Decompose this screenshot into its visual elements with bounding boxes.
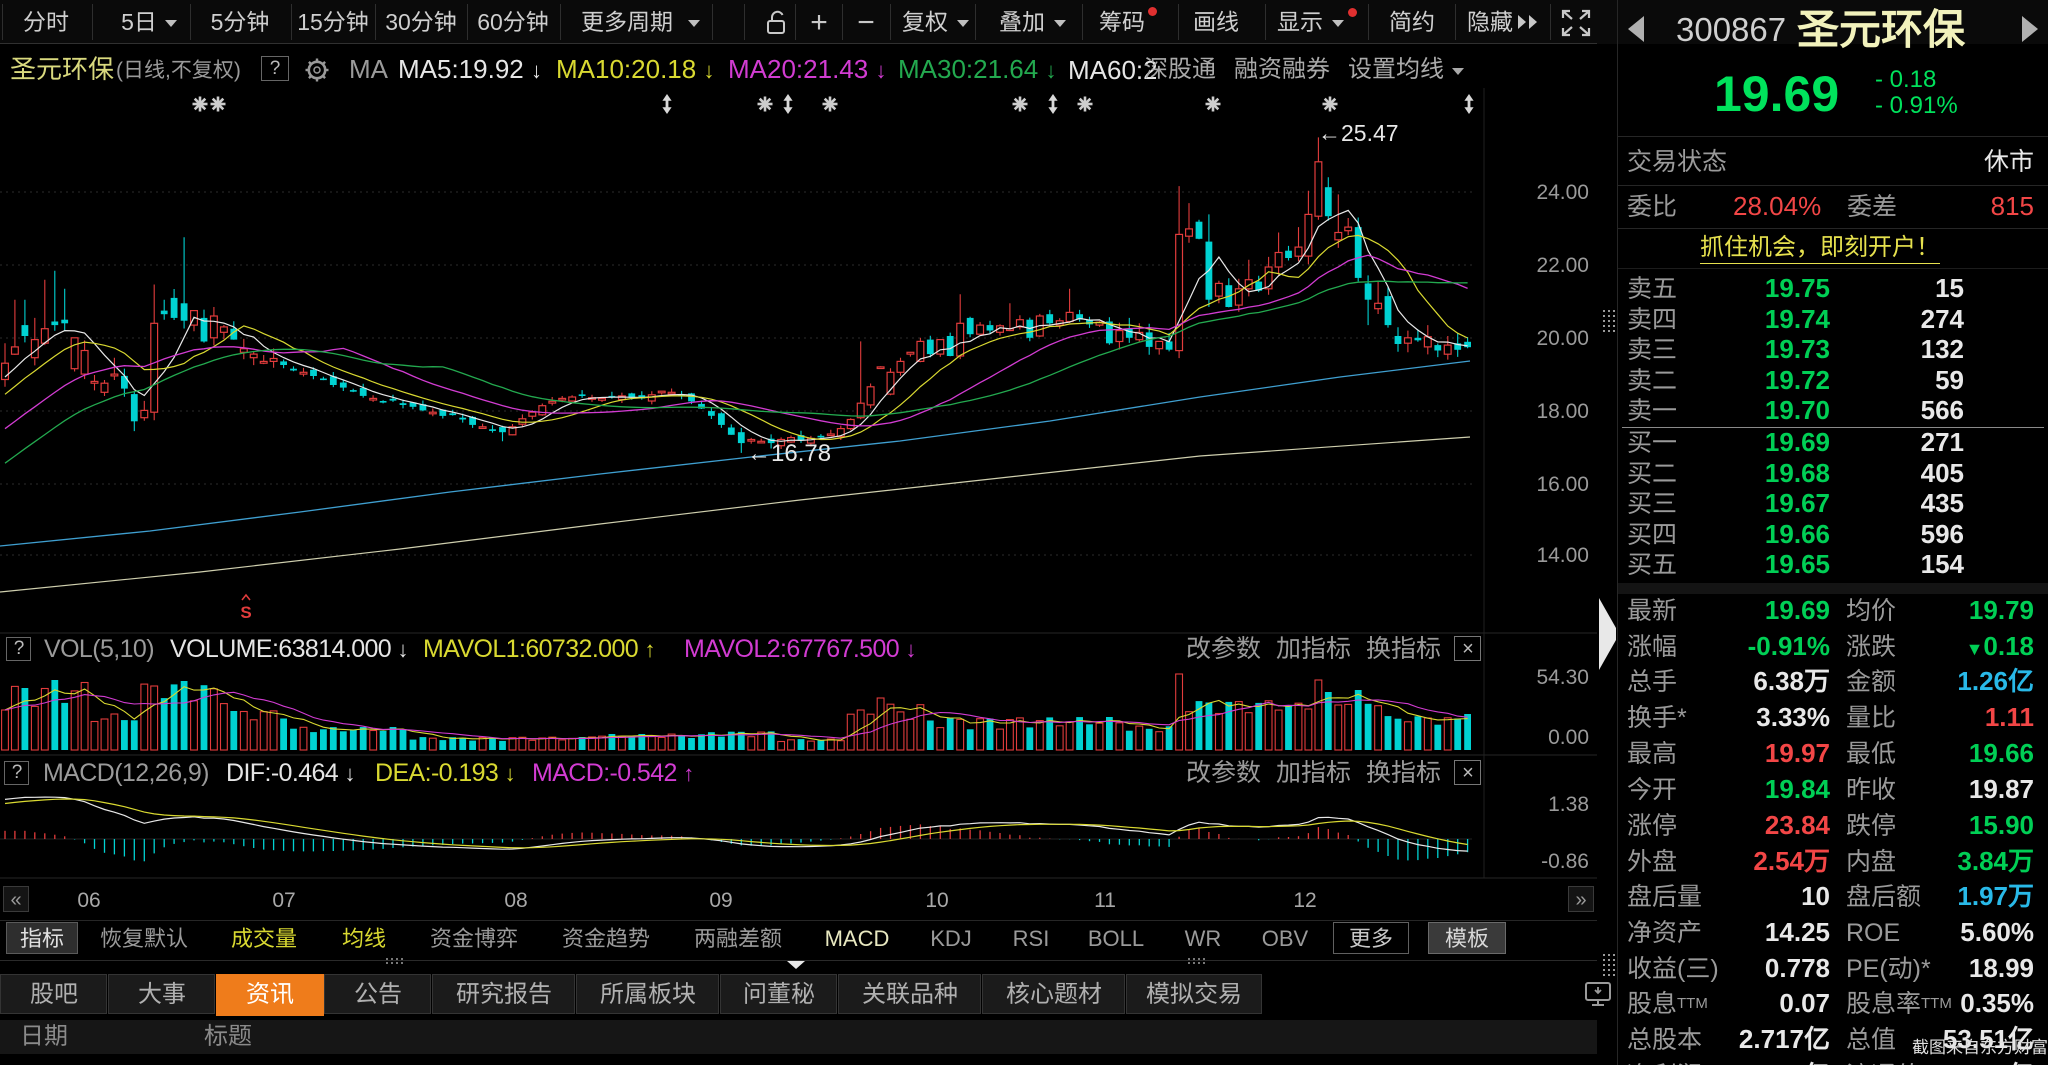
svg-text:16.00: 16.00 <box>1536 473 1589 496</box>
svg-text:1.38: 1.38 <box>1548 793 1589 816</box>
svg-text:14.00: 14.00 <box>1536 544 1589 567</box>
svg-text:18.00: 18.00 <box>1536 400 1589 423</box>
svg-text:-0.86: -0.86 <box>1541 850 1589 873</box>
svg-text:S: S <box>240 603 251 622</box>
svg-text:54.30: 54.30 <box>1536 666 1589 689</box>
svg-text:22.00: 22.00 <box>1536 254 1589 277</box>
svg-text:←16.78: ←16.78 <box>747 440 831 467</box>
svg-text:←25.47: ←25.47 <box>1318 120 1399 146</box>
svg-text:20.00: 20.00 <box>1536 327 1589 350</box>
svg-text:24.00: 24.00 <box>1536 181 1589 204</box>
svg-text:0.00: 0.00 <box>1548 726 1589 749</box>
